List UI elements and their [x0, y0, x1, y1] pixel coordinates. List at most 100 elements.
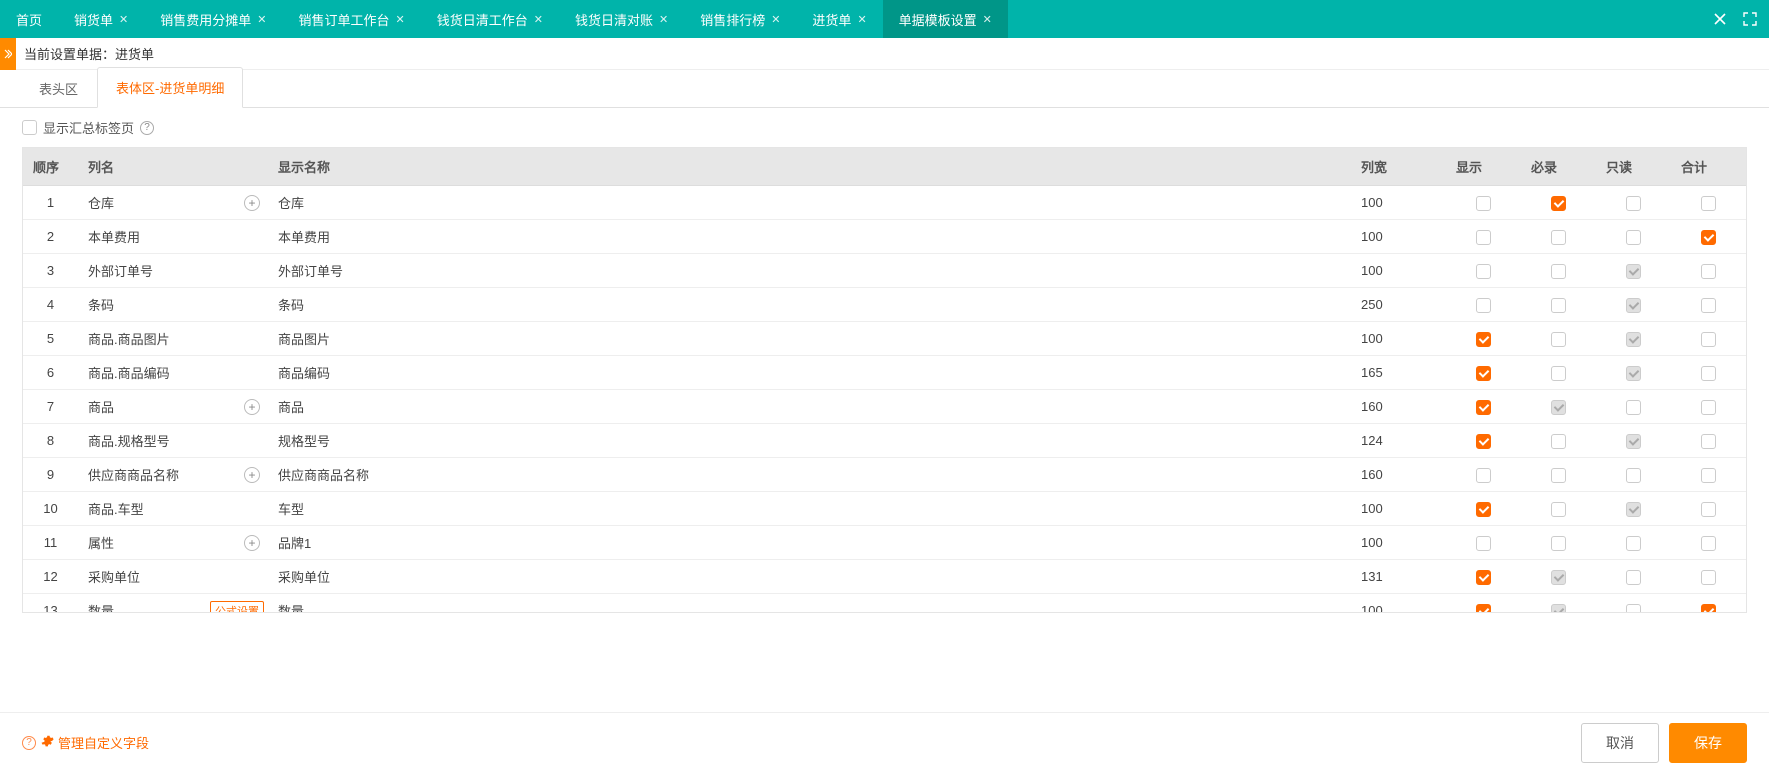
save-button[interactable]: 保存: [1669, 723, 1747, 763]
required-checkbox[interactable]: [1551, 434, 1566, 449]
sub-tab[interactable]: 表头区: [20, 68, 97, 108]
expand-sidebar-button[interactable]: [0, 38, 16, 70]
total-checkbox[interactable]: [1701, 604, 1716, 613]
cell-width[interactable]: 100: [1351, 526, 1446, 560]
add-icon[interactable]: +: [244, 195, 260, 211]
total-checkbox[interactable]: [1701, 196, 1716, 211]
close-all-icon[interactable]: [1709, 8, 1731, 30]
show-checkbox[interactable]: [1476, 230, 1491, 245]
table-row[interactable]: 7商品+商品160: [23, 390, 1746, 424]
show-checkbox[interactable]: [1476, 536, 1491, 551]
total-checkbox[interactable]: [1701, 434, 1716, 449]
total-checkbox[interactable]: [1701, 298, 1716, 313]
close-icon[interactable]: ✕: [659, 13, 668, 26]
table-row[interactable]: 2本单费用本单费用100: [23, 220, 1746, 254]
close-icon[interactable]: ✕: [857, 13, 866, 26]
total-checkbox[interactable]: [1701, 264, 1716, 279]
footer-help-icon[interactable]: ?: [22, 736, 36, 750]
show-checkbox[interactable]: [1476, 264, 1491, 279]
cell-display-name[interactable]: 仓库: [268, 186, 1351, 220]
fullscreen-icon[interactable]: [1739, 8, 1761, 30]
close-icon[interactable]: ✕: [119, 13, 128, 26]
required-checkbox[interactable]: [1551, 332, 1566, 347]
top-tab[interactable]: 进货单✕: [796, 0, 882, 38]
cell-display-name[interactable]: 外部订单号: [268, 254, 1351, 288]
cell-display-name[interactable]: 采购单位: [268, 560, 1351, 594]
cell-width[interactable]: 100: [1351, 594, 1446, 614]
top-tab[interactable]: 首页: [0, 0, 58, 38]
readonly-checkbox[interactable]: [1626, 468, 1641, 483]
cell-display-name[interactable]: 规格型号: [268, 424, 1351, 458]
table-row[interactable]: 8商品.规格型号规格型号124: [23, 424, 1746, 458]
add-icon[interactable]: +: [244, 535, 260, 551]
cell-width[interactable]: 131: [1351, 560, 1446, 594]
cell-display-name[interactable]: 本单费用: [268, 220, 1351, 254]
table-row[interactable]: 12采购单位采购单位131: [23, 560, 1746, 594]
show-checkbox[interactable]: [1476, 570, 1491, 585]
table-row[interactable]: 1仓库+仓库100: [23, 186, 1746, 220]
add-icon[interactable]: +: [244, 399, 260, 415]
show-checkbox[interactable]: [1476, 502, 1491, 517]
readonly-checkbox[interactable]: [1626, 604, 1641, 613]
sub-tab[interactable]: 表体区-进货单明细: [97, 67, 243, 108]
total-checkbox[interactable]: [1701, 400, 1716, 415]
required-checkbox[interactable]: [1551, 502, 1566, 517]
cell-width[interactable]: 250: [1351, 288, 1446, 322]
table-row[interactable]: 11属性+品牌1100: [23, 526, 1746, 560]
cell-display-name[interactable]: 条码: [268, 288, 1351, 322]
required-checkbox[interactable]: [1551, 468, 1566, 483]
cell-width[interactable]: 165: [1351, 356, 1446, 390]
total-checkbox[interactable]: [1701, 502, 1716, 517]
table-row[interactable]: 5商品.商品图片商品图片100: [23, 322, 1746, 356]
required-checkbox[interactable]: [1551, 298, 1566, 313]
top-tab[interactable]: 钱货日清对账✕: [559, 0, 684, 38]
show-checkbox[interactable]: [1476, 468, 1491, 483]
total-checkbox[interactable]: [1701, 536, 1716, 551]
top-tab[interactable]: 销售订单工作台✕: [282, 0, 420, 38]
table-row[interactable]: 9供应商商品名称+供应商商品名称160: [23, 458, 1746, 492]
total-checkbox[interactable]: [1701, 332, 1716, 347]
table-row[interactable]: 4条码条码250: [23, 288, 1746, 322]
cell-display-name[interactable]: 车型: [268, 492, 1351, 526]
close-icon[interactable]: ✕: [771, 13, 780, 26]
required-checkbox[interactable]: [1551, 536, 1566, 551]
readonly-checkbox[interactable]: [1626, 536, 1641, 551]
cell-width[interactable]: 100: [1351, 322, 1446, 356]
show-checkbox[interactable]: [1476, 400, 1491, 415]
table-row[interactable]: 10商品.车型车型100: [23, 492, 1746, 526]
top-tab[interactable]: 销货单✕: [58, 0, 144, 38]
cell-display-name[interactable]: 数量: [268, 594, 1351, 614]
readonly-checkbox[interactable]: [1626, 196, 1641, 211]
manage-custom-fields-link[interactable]: 管理自定义字段: [58, 733, 149, 752]
show-checkbox[interactable]: [1476, 196, 1491, 211]
formula-button[interactable]: 公式设置: [210, 601, 264, 614]
show-checkbox[interactable]: [1476, 604, 1491, 613]
show-checkbox[interactable]: [1476, 298, 1491, 313]
table-row[interactable]: 6商品.商品编码商品编码165: [23, 356, 1746, 390]
cell-display-name[interactable]: 商品图片: [268, 322, 1351, 356]
total-checkbox[interactable]: [1701, 230, 1716, 245]
required-checkbox[interactable]: [1551, 264, 1566, 279]
close-icon[interactable]: ✕: [983, 13, 992, 26]
top-tab[interactable]: 钱货日清工作台✕: [421, 0, 559, 38]
show-checkbox[interactable]: [1476, 434, 1491, 449]
required-checkbox[interactable]: [1551, 366, 1566, 381]
total-checkbox[interactable]: [1701, 570, 1716, 585]
cell-width[interactable]: 100: [1351, 492, 1446, 526]
cell-width[interactable]: 100: [1351, 186, 1446, 220]
top-tab[interactable]: 销售排行榜✕: [684, 0, 796, 38]
top-tab[interactable]: 销售费用分摊单✕: [144, 0, 282, 38]
readonly-checkbox[interactable]: [1626, 400, 1641, 415]
required-checkbox[interactable]: [1551, 230, 1566, 245]
close-icon[interactable]: ✕: [257, 13, 266, 26]
readonly-checkbox[interactable]: [1626, 570, 1641, 585]
show-checkbox[interactable]: [1476, 366, 1491, 381]
cell-width[interactable]: 160: [1351, 458, 1446, 492]
close-icon[interactable]: ✕: [534, 13, 543, 26]
required-checkbox[interactable]: [1551, 196, 1566, 211]
table-row[interactable]: 3外部订单号外部订单号100: [23, 254, 1746, 288]
total-checkbox[interactable]: [1701, 366, 1716, 381]
cell-display-name[interactable]: 商品编码: [268, 356, 1351, 390]
cell-display-name[interactable]: 供应商商品名称: [268, 458, 1351, 492]
table-scroll[interactable]: 顺序 列名 显示名称 列宽 显示 必录 只读 合计 1仓库+仓库1002本单费用…: [22, 147, 1747, 613]
